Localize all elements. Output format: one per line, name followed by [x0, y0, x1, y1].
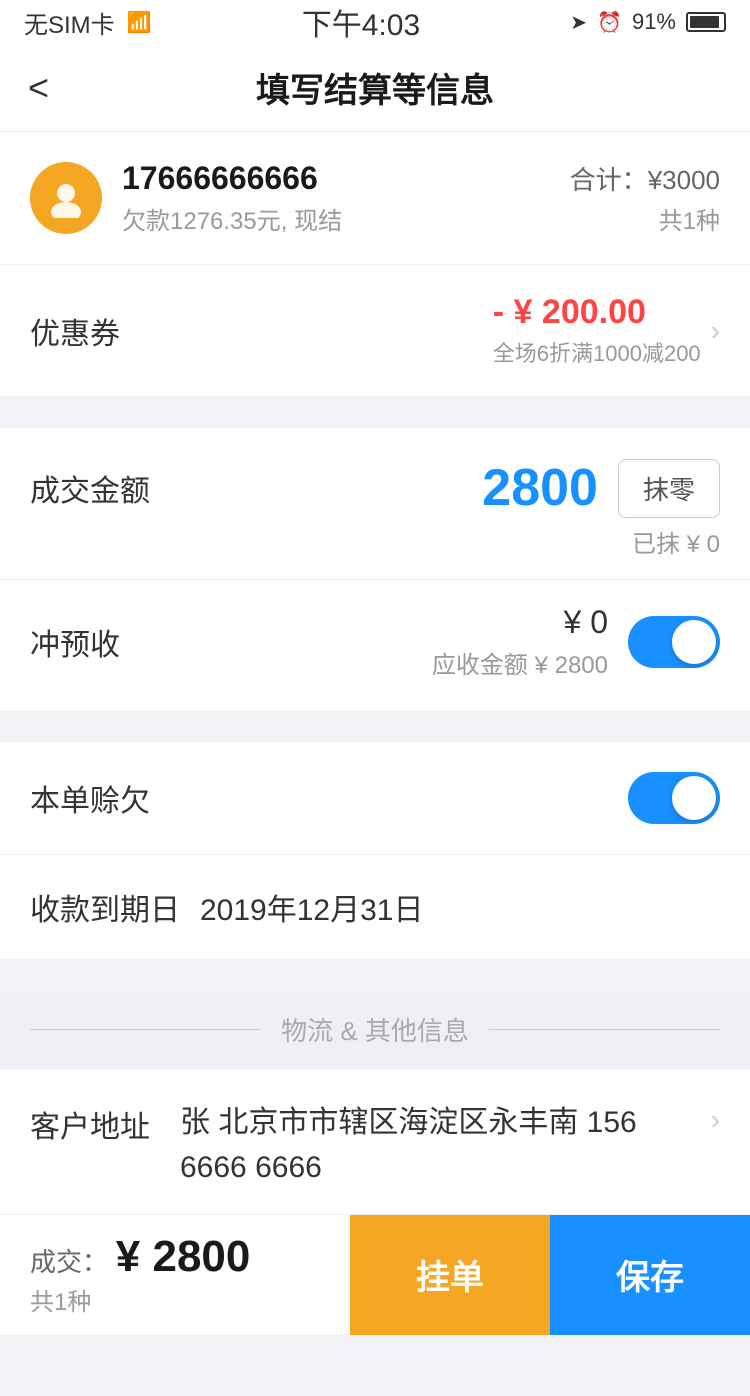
hold-order-button[interactable]: 挂单: [350, 1215, 550, 1335]
prepay-row: 冲预收 ¥ 0 应收金额 ¥ 2800: [0, 579, 750, 710]
battery-icon: [686, 12, 726, 32]
coupon-amount: - ¥ 200.00: [493, 293, 701, 332]
due-date-value: 2019年12月31日: [200, 885, 423, 929]
prepay-amount-block: ¥ 0 应收金额 ¥ 2800: [432, 604, 608, 680]
customer-debt: 欠款1276.35元, 现结: [122, 201, 342, 236]
divider-line-right: [489, 1029, 720, 1030]
due-date-row: 收款到期日 2019年12月31日: [0, 854, 750, 959]
debt-toggle[interactable]: [628, 772, 720, 824]
divider-text: 物流 & 其他信息: [281, 1011, 469, 1048]
back-button[interactable]: <: [28, 67, 49, 109]
alarm-icon: ⏰: [597, 10, 622, 35]
total-count: 共1种: [570, 201, 720, 236]
amount-section: 成交金额 2800 抹零 已抹 ¥ 0: [0, 428, 750, 579]
total-label: 合计：¥3000: [570, 160, 720, 197]
carrier-text: 无SIM卡: [24, 5, 115, 40]
status-right: ➤ ⏰ 91%: [570, 9, 726, 35]
customer-right: 合计：¥3000 共1种: [570, 160, 720, 236]
transaction-section: 成交金额 2800 抹零 已抹 ¥ 0 冲预收 ¥ 0 应收金额 ¥ 2800: [0, 428, 750, 710]
debt-section: 本单赊欠 收款到期日 2019年12月31日: [0, 742, 750, 959]
location-icon: ➤: [570, 10, 587, 35]
amount-value: 2800: [482, 458, 598, 518]
footer-label: 成交：: [30, 1247, 108, 1277]
debt-toggle-knob: [672, 776, 716, 820]
customer-phone: 17666666666: [122, 160, 342, 197]
battery-percent: 91%: [632, 9, 676, 35]
customer-row: 17666666666 欠款1276.35元, 现结 合计：¥3000 共1种: [0, 132, 750, 264]
coupon-right: - ¥ 200.00 全场6折满1000减200 ›: [493, 293, 720, 368]
amount-label: 成交金额: [30, 466, 150, 510]
address-section: 客户地址 张 北京市市辖区海淀区永丰南 156 6666 6666 ›: [0, 1070, 750, 1220]
coupon-info: - ¥ 200.00 全场6折满1000减200: [493, 293, 701, 368]
save-button[interactable]: 保存: [550, 1215, 750, 1335]
footer-bar: 成交： ¥ 2800 共1种 挂单 保存: [0, 1214, 750, 1334]
customer-info: 17666666666 欠款1276.35元, 现结: [122, 160, 342, 236]
prepay-right: ¥ 0 应收金额 ¥ 2800: [432, 604, 720, 680]
prepay-label: 冲预收: [30, 620, 120, 664]
debt-label: 本单赊欠: [30, 776, 150, 820]
coupon-chevron-icon: ›: [711, 315, 720, 347]
address-row[interactable]: 客户地址 张 北京市市辖区海淀区永丰南 156 6666 6666 ›: [0, 1070, 750, 1220]
footer-info: 成交： ¥ 2800 共1种: [0, 1232, 350, 1317]
status-bar: 无SIM卡 📶 下午4:03 ➤ ⏰ 91%: [0, 0, 750, 44]
customer-section: 17666666666 欠款1276.35元, 现结 合计：¥3000 共1种 …: [0, 132, 750, 396]
address-content: 张 北京市市辖区海淀区永丰南 156 6666 6666: [180, 1100, 695, 1190]
logistics-divider: 物流 & 其他信息: [0, 991, 750, 1068]
prepay-receivable: 应收金额 ¥ 2800: [432, 645, 608, 680]
debt-row: 本单赊欠: [0, 742, 750, 854]
page-header: < 填写结算等信息: [0, 44, 750, 132]
toggle-knob: [672, 620, 716, 664]
amount-row: 成交金额 2800 抹零: [30, 458, 720, 518]
due-date-label: 收款到期日: [30, 885, 180, 929]
page-title: 填写结算等信息: [256, 63, 494, 112]
coupon-label: 优惠券: [30, 309, 120, 353]
divider-line-left: [30, 1029, 261, 1030]
prepay-toggle[interactable]: [628, 616, 720, 668]
footer-transaction-row: 成交： ¥ 2800: [30, 1232, 320, 1282]
round-zero-button[interactable]: 抹零: [618, 459, 720, 518]
prepay-amount: ¥ 0: [432, 604, 608, 641]
coupon-row[interactable]: 优惠券 - ¥ 200.00 全场6折满1000减200 ›: [0, 264, 750, 396]
amount-right: 2800 抹零: [482, 458, 720, 518]
status-time: 下午4:03: [302, 0, 420, 44]
status-left: 无SIM卡 📶: [24, 5, 152, 40]
avatar: [30, 162, 102, 234]
address-label: 客户地址: [30, 1102, 150, 1146]
address-chevron-icon: ›: [711, 1104, 720, 1136]
footer-amount: ¥ 2800: [116, 1232, 251, 1281]
customer-left: 17666666666 欠款1276.35元, 现结: [30, 160, 342, 236]
wifi-icon: 📶: [127, 10, 152, 35]
footer-count: 共1种: [30, 1282, 320, 1317]
coupon-detail: 全场6折满1000减200: [493, 336, 701, 368]
amount-sub: 已抹 ¥ 0: [30, 524, 720, 559]
